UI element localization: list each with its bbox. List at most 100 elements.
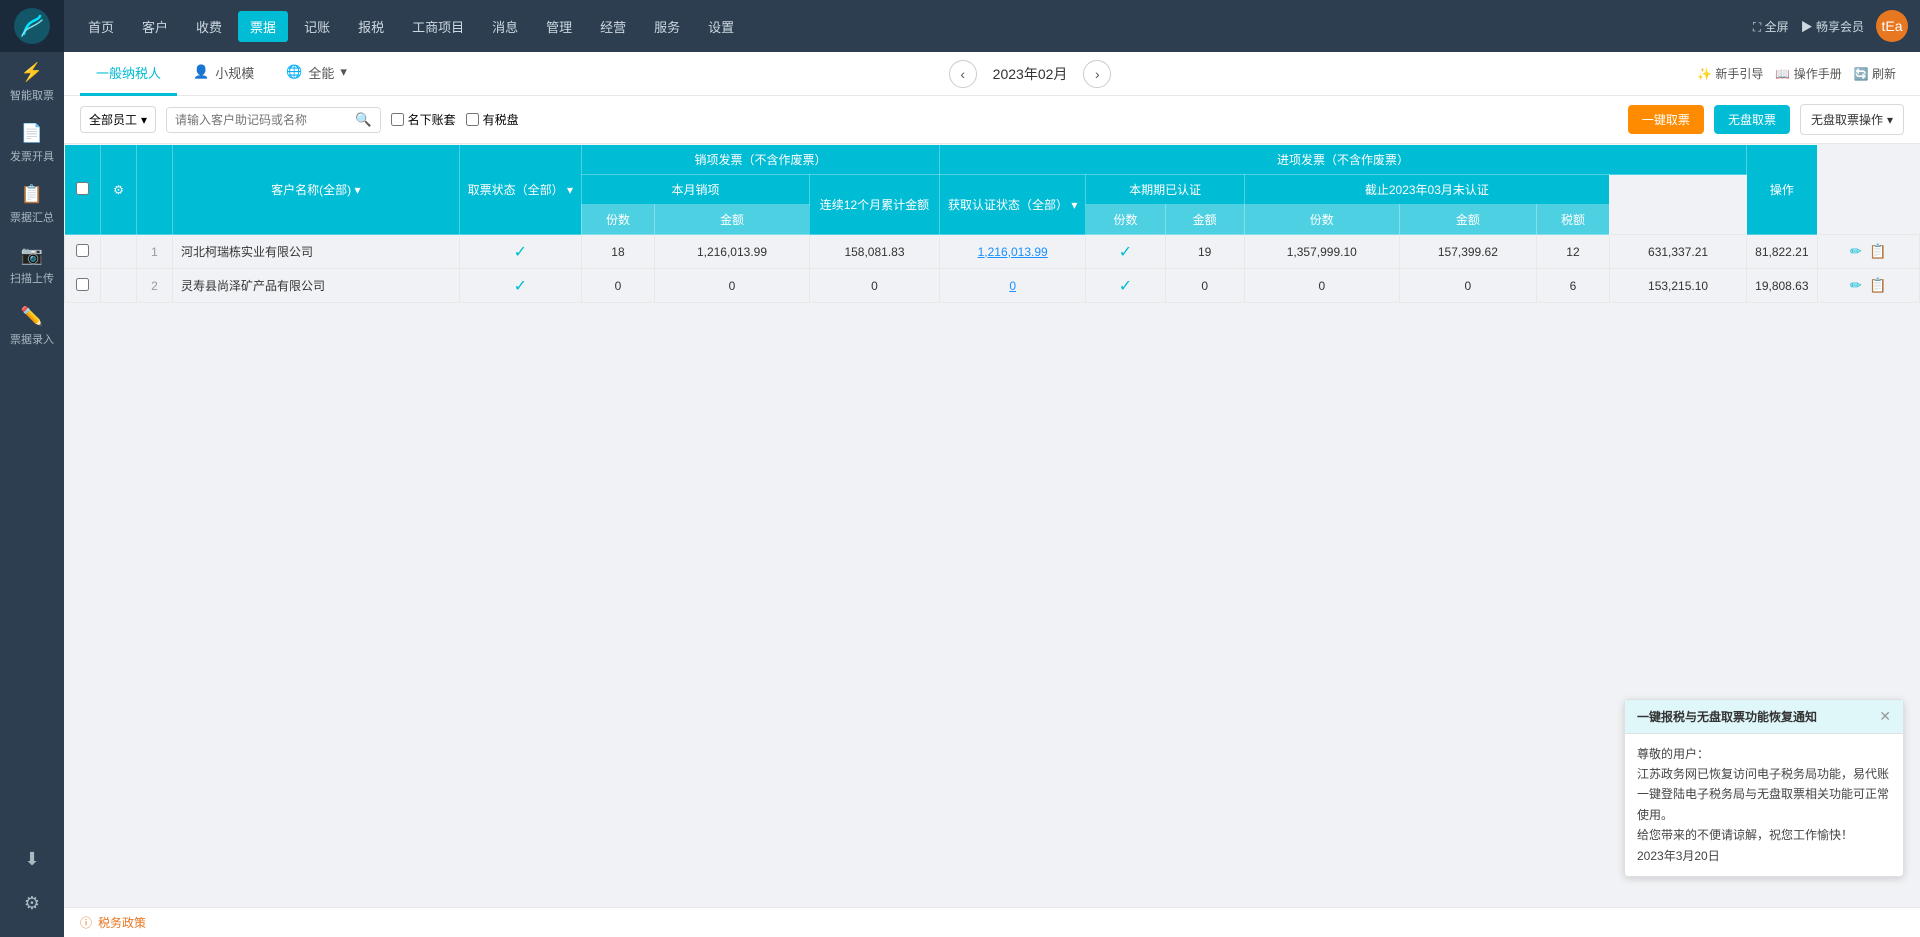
manual-btn[interactable]: 📖 操作手册 <box>1775 65 1841 82</box>
tab-general[interactable]: 一般纳税人 <box>80 52 177 96</box>
edit-button-1[interactable]: ✏ <box>1848 241 1864 262</box>
no-disk-fetch-button[interactable]: 无盘取票 <box>1714 105 1790 134</box>
th-amount3: 金额 <box>1399 205 1536 235</box>
select-arrow-icon: ▾ <box>141 113 147 127</box>
tab-all-icon: 🌐 <box>286 64 302 80</box>
sidebar: ⚡ 智能取票 📄 发票开具 📋 票据汇总 📷 扫描上传 ✏️ 票据录入 ⬇ ⚙ <box>0 0 64 937</box>
tab-small[interactable]: 👤 小规模 <box>177 52 270 96</box>
cell-checkbox-1[interactable] <box>65 235 101 269</box>
cell-settings-2 <box>101 269 137 303</box>
cell-cumulative-1: 1,216,013.99 <box>939 235 1085 269</box>
nav-settings[interactable]: 设置 <box>696 11 746 42</box>
table-row: 1 河北柯瑞栋实业有限公司 ✓ 18 1,216,013.99 158,081.… <box>65 235 1920 269</box>
cell-qty1-2: 0 <box>581 269 654 303</box>
avatar[interactable]: tEa <box>1876 10 1908 42</box>
checkbox-my-accounts[interactable]: 名下账套 <box>391 111 456 128</box>
new-guide-btn[interactable]: ✨ 新手引导 <box>1697 65 1763 82</box>
detail-button-1[interactable]: 📋 <box>1867 241 1888 262</box>
cell-tax2-1: 157,399.62 <box>1399 235 1536 269</box>
sidebar-item-smart-fetch[interactable]: ⚡ 智能取票 <box>0 52 64 113</box>
notification-line2: 江苏政务网已恢复访问电子税务局功能，易代账一键登陆电子税务局与无盘取票相关功能可… <box>1637 764 1891 825</box>
smart-fetch-icon: ⚡ <box>21 62 43 83</box>
fullscreen-btn[interactable]: ⛶ 全屏 <box>1753 18 1789 35</box>
tax-policy-icon: ⓘ <box>80 914 92 931</box>
next-month-button[interactable]: › <box>1083 60 1111 88</box>
cell-amount1-1: 1,216,013.99 <box>654 235 809 269</box>
download-icon[interactable]: ⬇ <box>14 841 50 877</box>
cell-qty3-2: 6 <box>1536 269 1609 303</box>
search-box: 🔍 <box>166 107 381 133</box>
nav-home[interactable]: 首页 <box>76 11 126 42</box>
th-qty1: 份数 <box>581 205 654 235</box>
detail-button-2[interactable]: 📋 <box>1867 275 1888 296</box>
search-input[interactable] <box>167 109 347 131</box>
prev-month-button[interactable]: ‹ <box>949 60 977 88</box>
notification-line1: 尊敬的用户： <box>1637 744 1891 764</box>
cell-fetch-status-2: ✓ <box>459 269 581 303</box>
cell-tax1-1: 158,081.83 <box>809 235 939 269</box>
nav-accounts[interactable]: 记账 <box>292 11 342 42</box>
topnav-right: ⛶ 全屏 ▶ 畅享会员 tEa <box>1753 10 1908 42</box>
th-sales-invoice: 销项发票（不含作废票） <box>581 145 939 175</box>
th-current-month-sales: 本月销项 <box>581 175 809 205</box>
cell-qty2-1: 19 <box>1165 235 1244 269</box>
nav-message[interactable]: 消息 <box>480 11 530 42</box>
notification-header: 一键报税与无盘取票功能恢复通知 ✕ <box>1625 700 1903 734</box>
cell-tax2-2: 0 <box>1399 269 1536 303</box>
nav-invoice[interactable]: 票据 <box>238 11 288 42</box>
edit-button-2[interactable]: ✏ <box>1848 275 1864 296</box>
no-disk-ops-button[interactable]: 无盘取票操作 ▾ <box>1800 104 1904 135</box>
refresh-btn[interactable]: 🔄 刷新 <box>1854 65 1896 82</box>
tax-policy-text[interactable]: 税务政策 <box>98 914 146 931</box>
current-month: 2023年02月 <box>993 64 1068 84</box>
toolbar: 全部员工 ▾ 🔍 名下账套 有税盘 一键取票 无盘取票 无盘取票操作 ▾ <box>64 96 1920 144</box>
cell-action-1: ✏ 📋 <box>1817 235 1919 269</box>
nav-tax[interactable]: 报税 <box>346 11 396 42</box>
cell-customer-2: 灵寿县尚泽矿产品有限公司 <box>173 269 460 303</box>
th-amount1: 金额 <box>654 205 809 235</box>
sidebar-item-data-entry[interactable]: ✏️ 票据录入 <box>0 296 64 357</box>
main-table: ⚙ 客户名称(全部) ▾ 取票状态（全部） ▾ 销项发票（不含作废票） 进项发票… <box>64 144 1920 303</box>
search-button[interactable]: 🔍 <box>347 108 380 132</box>
th-qty3: 份数 <box>1244 205 1399 235</box>
nav-billing[interactable]: 收费 <box>184 11 234 42</box>
sidebar-item-invoice-summary[interactable]: 📋 票据汇总 <box>0 174 64 235</box>
settings-icon[interactable]: ⚙ <box>14 885 50 921</box>
cell-customer-1: 河北柯瑞栋实业有限公司 <box>173 235 460 269</box>
tab-small-icon: 👤 <box>193 64 209 80</box>
tab-all[interactable]: 🌐 全能 ▾ <box>270 52 363 96</box>
select-all-checkbox[interactable] <box>76 182 89 195</box>
th-purchase-invoice: 进项发票（不含作废票） <box>939 145 1746 175</box>
dropdown-arrow-icon: ▾ <box>1887 113 1893 127</box>
nav-customer[interactable]: 客户 <box>130 11 180 42</box>
cell-tax3-2: 19,808.63 <box>1747 269 1817 303</box>
employee-select[interactable]: 全部员工 ▾ <box>80 106 156 133</box>
nav-management[interactable]: 管理 <box>534 11 584 42</box>
tab-dropdown-icon: ▾ <box>340 64 347 80</box>
cell-amount3-1: 631,337.21 <box>1609 235 1746 269</box>
status-bar: ⓘ 税务政策 <box>64 907 1920 937</box>
table-row: 2 灵寿县尚泽矿产品有限公司 ✓ 0 0 0 0 ✓ 0 0 0 6 <box>65 269 1920 303</box>
sidebar-item-issue-invoice[interactable]: 📄 发票开具 <box>0 113 64 174</box>
nav-business[interactable]: 工商项目 <box>400 11 476 42</box>
th-cumulative: 连续12个月累计金额 <box>809 175 939 235</box>
th-amount2: 金额 <box>1165 205 1244 235</box>
th-checkbox <box>65 145 101 235</box>
cell-checkbox-2[interactable] <box>65 269 101 303</box>
cell-amount3-2: 153,215.10 <box>1609 269 1746 303</box>
nav-service[interactable]: 服务 <box>642 11 692 42</box>
month-navigation: ‹ 2023年02月 › <box>949 60 1112 88</box>
th-current-period-recognized: 本期期已认证 <box>1086 175 1244 205</box>
cell-amount2-1: 1,357,999.10 <box>1244 235 1399 269</box>
th-recog-status: 获取认证状态（全部） ▾ <box>939 175 1085 235</box>
notification-line3: 给您带来的不便请谅解，祝您工作愉快！ <box>1637 825 1891 845</box>
notification-close-button[interactable]: ✕ <box>1879 708 1891 725</box>
sidebar-item-scan-upload[interactable]: 📷 扫描上传 <box>0 235 64 296</box>
nav-operations[interactable]: 经营 <box>588 11 638 42</box>
th-tax3: 税额 <box>1536 205 1609 235</box>
vip-btn[interactable]: ▶ 畅享会员 <box>1801 18 1864 35</box>
checkbox-has-disk[interactable]: 有税盘 <box>466 111 519 128</box>
cell-seq-1: 1 <box>137 235 173 269</box>
invoice-summary-icon: 📋 <box>21 184 43 205</box>
one-click-fetch-button[interactable]: 一键取票 <box>1628 105 1704 134</box>
